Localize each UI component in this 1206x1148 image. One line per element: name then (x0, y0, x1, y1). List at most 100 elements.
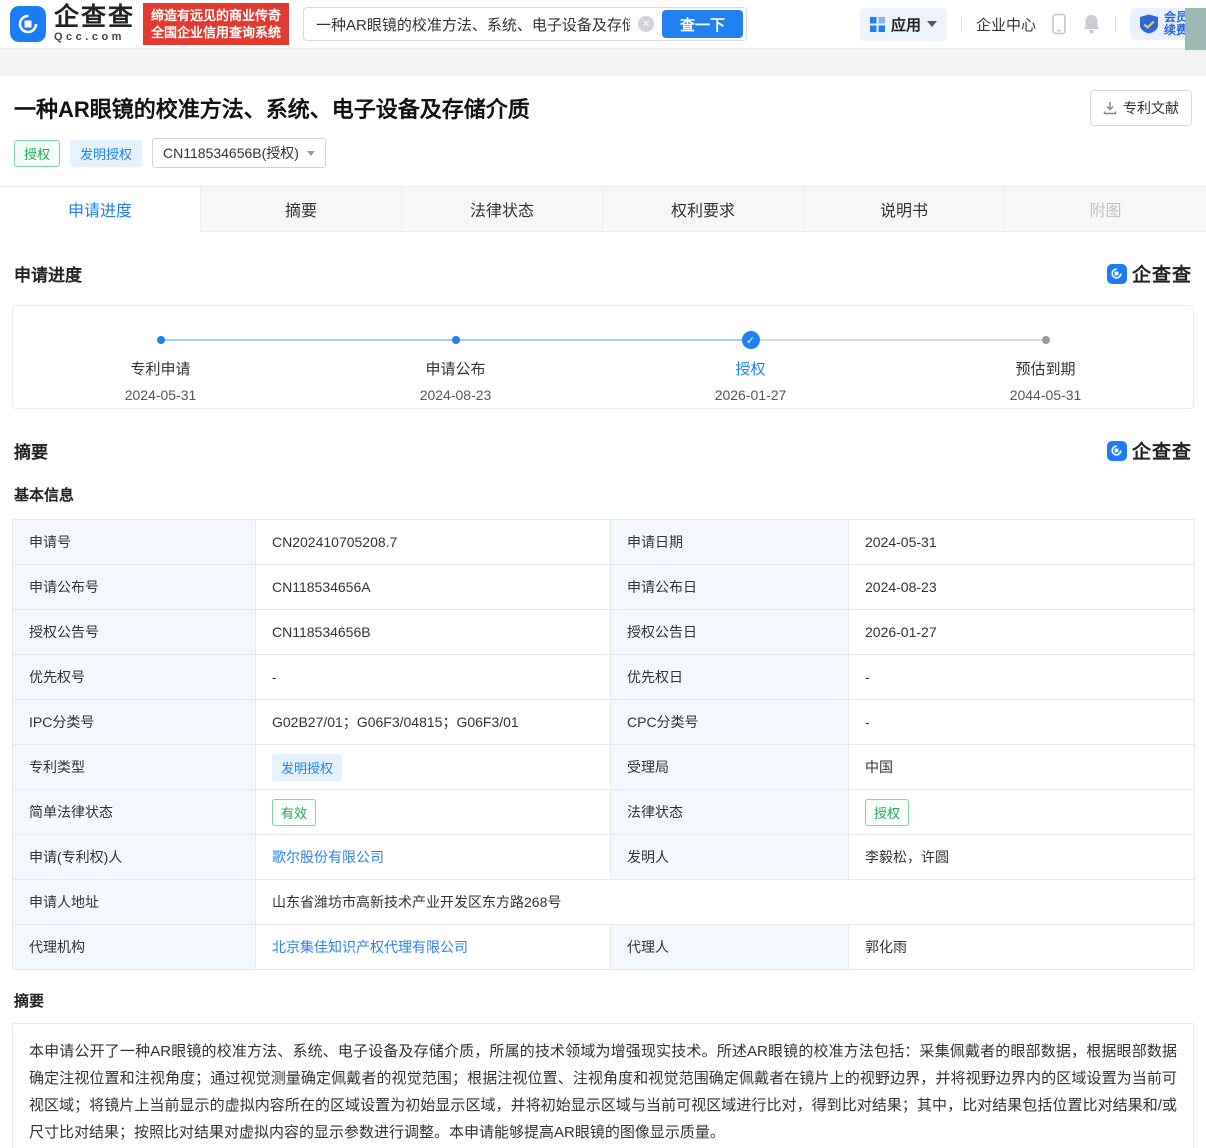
type-badge: 发明授权 (70, 140, 142, 167)
timeline-step-date: 2044-05-31 (898, 387, 1193, 403)
download-icon (1103, 101, 1117, 115)
table-row: 简单法律状态 有效 法律状态 授权 (13, 790, 1195, 835)
field-label: 申请人地址 (13, 880, 256, 925)
field-label: CPC分类号 (611, 700, 849, 745)
table-row: 专利类型 发明授权 受理局 中国 (13, 745, 1195, 790)
logo-cn: 企查查 (54, 5, 135, 30)
tag-row: 授权 发明授权 CN118534656B(授权) (14, 138, 1192, 168)
patent-document-label: 专利文献 (1123, 98, 1179, 118)
qcc-watermark: 企查查 (1107, 437, 1192, 464)
field-value: G02B27/01；G06F3/04815；G06F3/01 (256, 700, 611, 745)
timeline-step-publication: 申请公布 2024-08-23 (308, 306, 603, 403)
progress-section-title: 申请进度 (14, 261, 82, 286)
tab-claims[interactable]: 权利要求 (603, 187, 804, 231)
field-label: 授权公告号 (13, 610, 256, 655)
patent-document-button[interactable]: 专利文献 (1090, 90, 1192, 126)
field-value: - (849, 655, 1195, 700)
notification-bell-icon[interactable] (1082, 13, 1101, 35)
search-box: ✕ 查一下 (303, 7, 747, 41)
timeline-dot (1042, 336, 1050, 344)
table-row: IPC分类号 G02B27/01；G06F3/04815；G06F3/01 CP… (13, 700, 1195, 745)
field-label: 代理人 (611, 925, 849, 970)
timeline-step-grant: ✓ 授权 2026-01-27 (603, 306, 898, 403)
page: 企查查 Qcc.com 缔造有远见的商业传奇 全国企业信用查询系统 ✕ 查一下 … (0, 0, 1206, 1148)
field-label: 优先权日 (611, 655, 849, 700)
page-title: 一种AR眼镜的校准方法、系统、电子设备及存储介质 (14, 92, 1192, 124)
field-value: 发明授权 (256, 745, 611, 790)
field-value: CN202410705208.7 (256, 520, 611, 565)
field-value: - (256, 655, 611, 700)
qcc-watermark-icon (1107, 264, 1127, 284)
table-row: 代理机构 北京集佳知识产权代理有限公司 代理人 郭化雨 (13, 925, 1195, 970)
table-row: 授权公告号 CN118534656B 授权公告日 2026-01-27 (13, 610, 1195, 655)
field-value: 授权 (849, 790, 1195, 835)
field-value: 山东省潍坊市高新技术产业开发区东方路268号 (256, 880, 1195, 925)
field-label: 受理局 (611, 745, 849, 790)
qcc-watermark-icon (1107, 441, 1127, 461)
tab-progress[interactable]: 申请进度 (0, 187, 201, 232)
field-label: 申请号 (13, 520, 256, 565)
timeline-step-filing: 专利申请 2024-05-31 (13, 306, 308, 403)
logo-en: Qcc.com (54, 32, 135, 43)
tab-figures[interactable]: 附图 (1005, 187, 1206, 231)
chevron-down-icon (927, 21, 937, 27)
timeline-step-label: 预估到期 (898, 358, 1193, 379)
timeline-step-expiry: 预估到期 2044-05-31 (898, 306, 1193, 403)
summary-section-title: 摘要 (14, 438, 48, 463)
patent-number-select[interactable]: CN118534656B(授权) (152, 138, 326, 168)
field-value: - (849, 700, 1195, 745)
field-label: 申请公布日 (611, 565, 849, 610)
abstract-text: 本申请公开了一种AR眼镜的校准方法、系统、电子设备及存储介质，所属的技术领域为增… (12, 1023, 1194, 1148)
clear-search-icon[interactable]: ✕ (638, 16, 654, 32)
table-row: 申请人地址 山东省潍坊市高新技术产业开发区东方路268号 (13, 880, 1195, 925)
search-button[interactable]: 查一下 (662, 10, 743, 38)
field-label: 申请(专利权)人 (13, 835, 256, 880)
slogan-line2: 全国企业信用查询系统 (151, 24, 281, 41)
field-value: 中国 (849, 745, 1195, 790)
field-value: 2024-08-23 (849, 565, 1195, 610)
patent-number-value: CN118534656B(授权) (163, 143, 299, 163)
brand-slogan: 缔造有远见的商业传奇 全国企业信用查询系统 (143, 3, 289, 45)
tab-legal-status[interactable]: 法律状态 (402, 187, 603, 231)
legal-status-badge: 授权 (865, 799, 909, 826)
applicant-link[interactable]: 歌尔股份有限公司 (272, 849, 384, 865)
basic-info-table: 申请号 CN202410705208.7 申请日期 2024-05-31 申请公… (12, 519, 1195, 970)
table-row: 申请公布号 CN118534656A 申请公布日 2024-08-23 (13, 565, 1195, 610)
field-label: 申请公布号 (13, 565, 256, 610)
header-nav: 应用 企业中心 会员 续费 (860, 8, 1196, 41)
timeline-dot (157, 336, 165, 344)
field-label: 法律状态 (611, 790, 849, 835)
tab-abstract[interactable]: 摘要 (201, 187, 402, 231)
agency-link[interactable]: 北京集佳知识产权代理有限公司 (272, 939, 468, 955)
patent-title-block: 一种AR眼镜的校准方法、系统、电子设备及存储介质 专利文献 授权 发明授权 CN… (0, 76, 1206, 168)
check-circle-icon: ✓ (742, 331, 760, 349)
search-input[interactable] (316, 16, 630, 33)
qcc-logo[interactable]: 企查查 Qcc.com (10, 5, 135, 43)
enterprise-center-link[interactable]: 企业中心 (976, 14, 1036, 35)
crown-icon (1138, 14, 1160, 34)
timeline-step-label: 专利申请 (13, 358, 308, 379)
simple-legal-status-badge: 有效 (272, 799, 316, 826)
field-label: 专利类型 (13, 745, 256, 790)
qcc-logo-icon (10, 6, 46, 42)
qcc-logo-text: 企查查 Qcc.com (54, 5, 135, 43)
field-value: 2024-05-31 (849, 520, 1195, 565)
mobile-phone-icon[interactable] (1050, 13, 1068, 35)
abstract-title: 摘要 (0, 990, 1206, 1011)
apps-label: 应用 (891, 14, 921, 35)
patent-type-badge: 发明授权 (272, 754, 342, 781)
field-value: 李毅松，许圆 (849, 835, 1195, 880)
status-badge: 授权 (14, 140, 60, 167)
qcc-watermark-text: 企查查 (1132, 260, 1192, 287)
field-value: 有效 (256, 790, 611, 835)
timeline-step-date: 2024-08-23 (308, 387, 603, 403)
field-value: 北京集佳知识产权代理有限公司 (256, 925, 611, 970)
timeline-step-label: 申请公布 (308, 358, 603, 379)
table-row: 优先权号 - 优先权日 - (13, 655, 1195, 700)
field-value: 郭化雨 (849, 925, 1195, 970)
floating-widget-fragment[interactable] (1185, 8, 1206, 50)
apps-menu[interactable]: 应用 (860, 8, 947, 41)
summary-section-header: 摘要 企查查 (0, 437, 1206, 464)
basic-info-title: 基本信息 (0, 484, 1206, 505)
tab-description[interactable]: 说明书 (804, 187, 1005, 231)
